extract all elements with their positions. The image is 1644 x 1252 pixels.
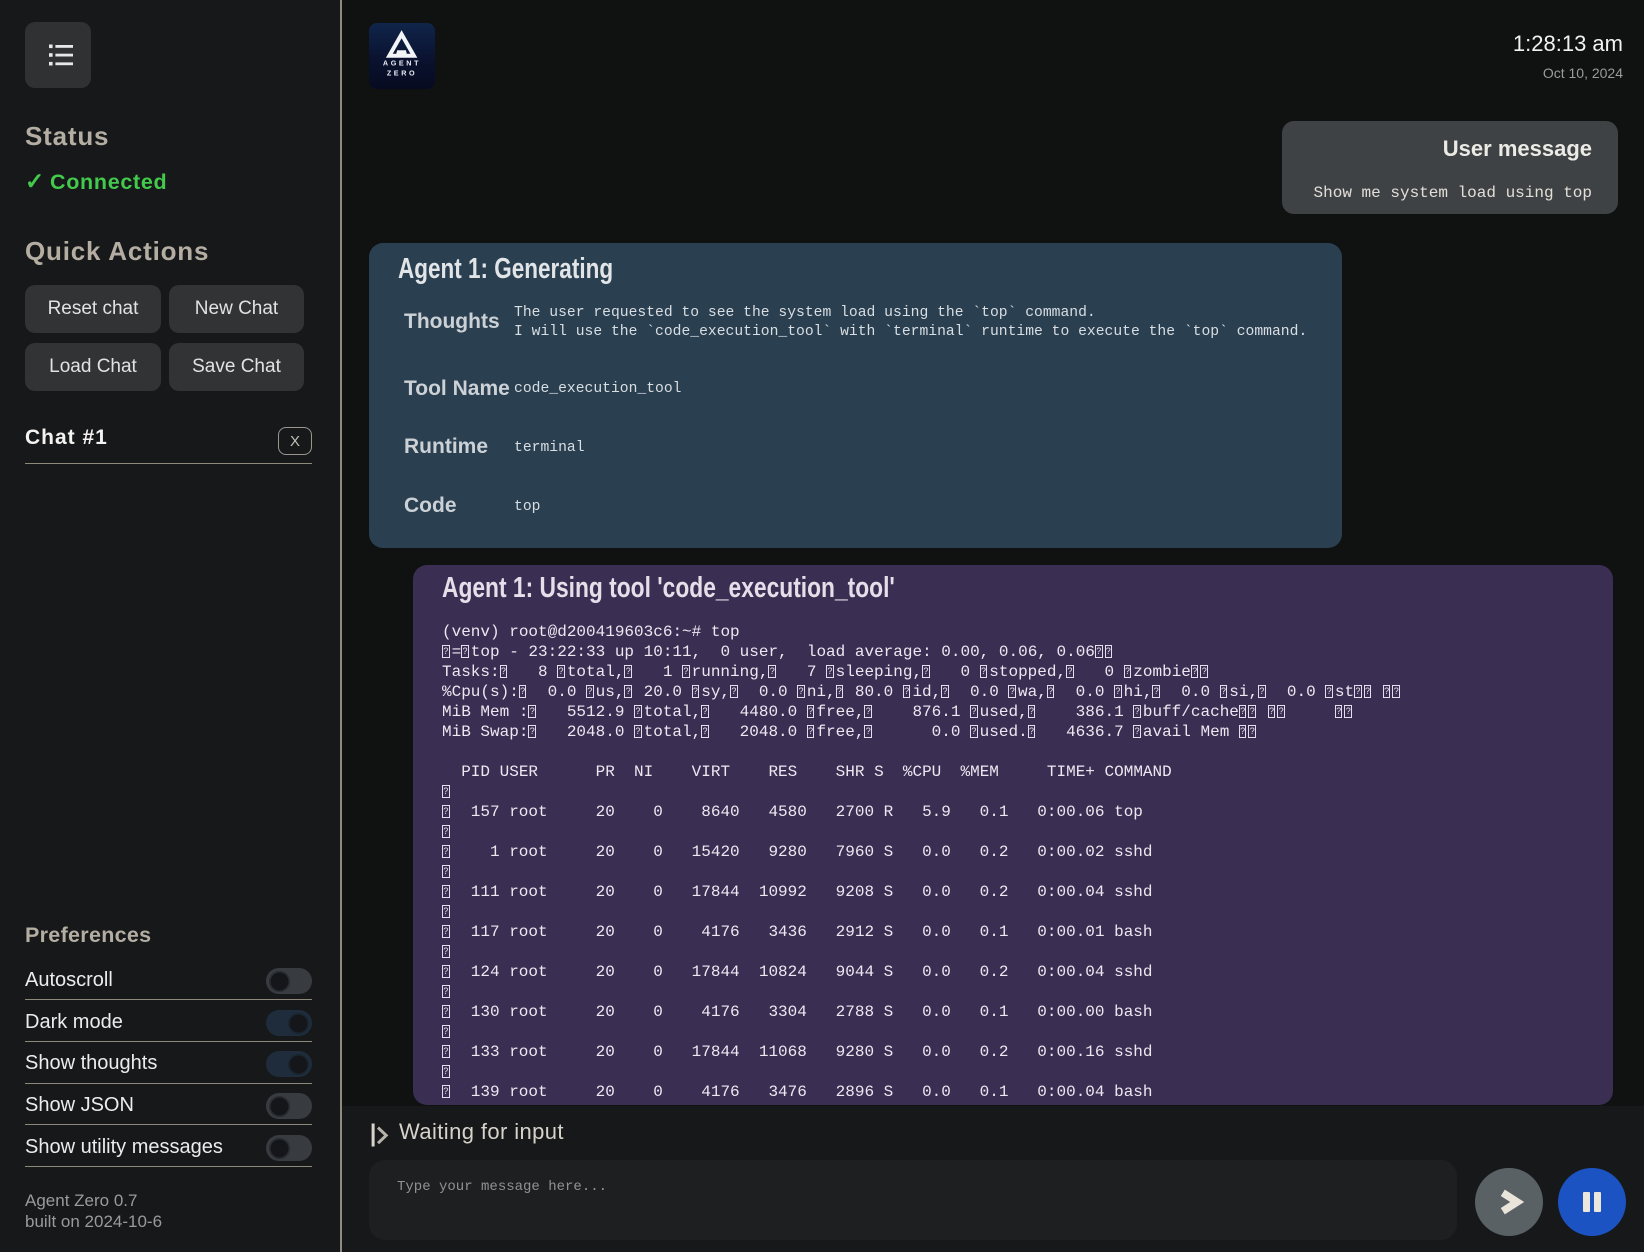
svg-text:AGENT: AGENT	[383, 59, 421, 68]
svg-text:ZERO: ZERO	[387, 68, 417, 77]
